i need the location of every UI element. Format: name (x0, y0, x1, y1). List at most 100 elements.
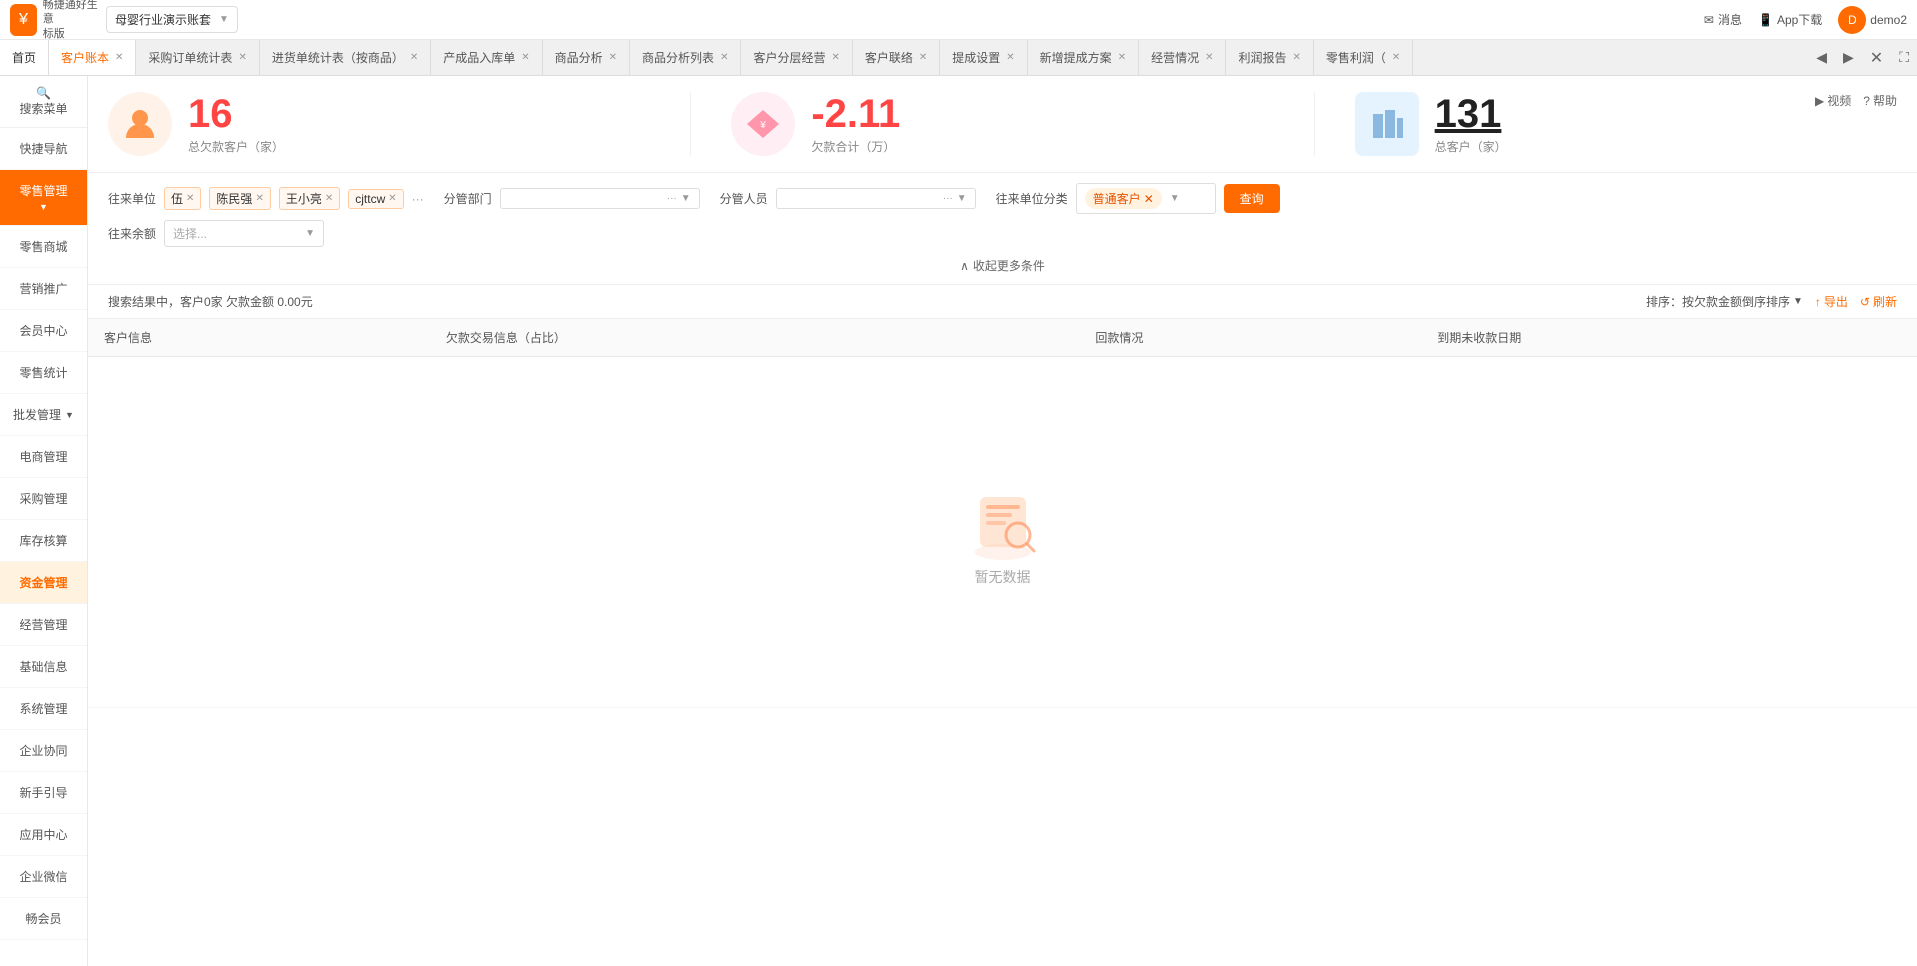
tab-close-icon[interactable]: ✕ (831, 52, 839, 63)
tab-close-icon[interactable]: ✕ (720, 52, 728, 63)
sort-button[interactable]: 排序：按欠款金额倒序排序 ▼ (1646, 293, 1803, 310)
sidebar-item-vip-member[interactable]: 畅会员 (0, 898, 87, 940)
sidebar-item-marketing[interactable]: 营销推广 (0, 268, 87, 310)
sidebar-item-finance[interactable]: 资金管理 (0, 562, 87, 604)
tab-close-icon[interactable]: ✕ (1293, 52, 1301, 63)
tab-inbound-stats[interactable]: 进货单统计表（按商品） ✕ (260, 40, 431, 76)
filter-more-dots[interactable]: ··· (412, 192, 424, 206)
logo-text: 畅捷通好生意 标版 (43, 0, 98, 41)
result-bar: 搜索结果中，客户0家 欠款金额 0.00元 排序：按欠款金额倒序排序 ▼ ↑ 导… (88, 285, 1917, 319)
tab-close-icon[interactable]: ✕ (1006, 52, 1014, 63)
user-menu[interactable]: D demo2 (1838, 6, 1907, 34)
refresh-button[interactable]: ↺ 刷新 (1860, 293, 1897, 310)
sidebar-item-app-center[interactable]: 应用中心 (0, 814, 87, 856)
tab-product-analysis[interactable]: 商品分析 ✕ (543, 40, 630, 76)
tab-promotion-settings[interactable]: 提成设置 ✕ (940, 40, 1027, 76)
tab-close-icon[interactable]: ✕ (919, 52, 927, 63)
video-button[interactable]: ▶ 视频 (1815, 92, 1851, 109)
tab-product-inbound[interactable]: 产成品入库单 ✕ (431, 40, 542, 76)
stat-debt-values: -2.11 欠款合计（万） (811, 94, 900, 155)
sidebar-item-business-mgmt[interactable]: 经营管理 (0, 604, 87, 646)
export-button[interactable]: ↑ 导出 (1815, 293, 1848, 310)
sidebar-item-wholesale-mgmt[interactable]: 批发管理 ▼ (0, 394, 87, 436)
tab-product-analysis-list[interactable]: 商品分析列表 ✕ (630, 40, 741, 76)
filter-tag-wang[interactable]: 王小亮 ✕ (279, 187, 340, 210)
dept-select[interactable]: ··· ▼ (500, 188, 700, 209)
app-download-button[interactable]: 📱 App下载 (1758, 11, 1822, 28)
tab-retail-profit[interactable]: 零售利润（ ✕ (1314, 40, 1413, 76)
tab-fullscreen[interactable]: ⛶ (1891, 40, 1917, 76)
stat-block-total-customers: 131 总客户（家） (1315, 92, 1897, 156)
sidebar-item-quick-nav[interactable]: 快捷导航 (0, 128, 87, 170)
refresh-icon: ↺ (1860, 295, 1870, 309)
sidebar-item-retail-mgmt[interactable]: 零售管理 ▼ (0, 170, 87, 226)
unit-type-select[interactable]: 普通客户 ✕ ▼ (1076, 183, 1216, 214)
filter-tag-chen[interactable]: 陈民强 ✕ (209, 187, 270, 210)
sidebar-item-enterprise-wechat[interactable]: 企业微信 (0, 856, 87, 898)
sidebar-item-retail-mall[interactable]: 零售商城 (0, 226, 87, 268)
person-select[interactable]: ··· ▼ (776, 188, 976, 209)
tab-close-icon[interactable]: ✕ (1392, 52, 1400, 63)
help-icon: ? (1863, 94, 1870, 108)
tab-next-arrow[interactable]: ▶ (1835, 40, 1862, 76)
tab-business-status[interactable]: 经营情况 ✕ (1139, 40, 1226, 76)
tab-close-icon[interactable]: ✕ (521, 52, 529, 63)
top-bar: ¥ 畅捷通好生意 标版 母婴行业演示账套 ▼ ✉ 消息 📱 App下载 D de… (0, 0, 1917, 40)
tab-home[interactable]: 首页 (0, 40, 49, 76)
sidebar-item-enterprise-cooperation[interactable]: 企业协同 (0, 730, 87, 772)
tab-prev-arrow[interactable]: ◀ (1808, 40, 1835, 76)
unit-type-tag[interactable]: 普通客户 ✕ (1085, 188, 1162, 209)
tab-new-promotion[interactable]: 新增提成方案 ✕ (1028, 40, 1139, 76)
tab-bar: 首页 客户账本 ✕ 采购订单统计表 ✕ 进货单统计表（按商品） ✕ 产成品入库单… (0, 40, 1917, 76)
tab-profit-report[interactable]: 利润报告 ✕ (1226, 40, 1313, 76)
sidebar-item-retail-stats[interactable]: 零售统计 (0, 352, 87, 394)
filter-row-1: 往来单位 伍 ✕ 陈民强 ✕ 王小亮 ✕ cjttcw ✕ ··· (108, 183, 1897, 214)
tab-customer-contact[interactable]: 客户联络 ✕ (853, 40, 940, 76)
tab-close-icon[interactable]: ✕ (1118, 52, 1126, 63)
filter-tag-wu[interactable]: 伍 ✕ (164, 187, 201, 210)
message-button[interactable]: ✉ 消息 (1704, 11, 1742, 28)
sidebar-item-system-mgmt[interactable]: 系统管理 (0, 688, 87, 730)
balance-select[interactable]: 选择... ▼ (164, 220, 324, 247)
remove-tag-cjttcw[interactable]: ✕ (388, 193, 396, 204)
tab-customer-segment[interactable]: 客户分层经营 ✕ (741, 40, 852, 76)
tab-close-icon[interactable]: ✕ (115, 52, 123, 63)
collapse-button[interactable]: ∧ 收起更多条件 (960, 257, 1045, 274)
account-selector[interactable]: 母婴行业演示账套 ▼ (106, 6, 238, 33)
sidebar: 🔍 搜索菜单 快捷导航 零售管理 ▼ 零售商城 营销推广 会员中心 零售统计 批… (0, 76, 88, 966)
sidebar-item-member-center[interactable]: 会员中心 (0, 310, 87, 352)
stats-row: 16 总欠款客户（家） ¥ -2.11 欠款合计（万） (88, 76, 1917, 173)
tab-close-icon[interactable]: ✕ (410, 52, 418, 63)
sidebar-item-inventory[interactable]: 库存核算 (0, 520, 87, 562)
remove-tag-wang[interactable]: ✕ (325, 193, 333, 204)
table-container: 客户信息 欠款交易信息（占比） 回款情况 到期未收款日期 (88, 319, 1917, 966)
tab-close-icon[interactable]: ✕ (238, 52, 246, 63)
help-button[interactable]: ? 帮助 (1863, 92, 1897, 109)
stat-total-values: 131 总客户（家） (1435, 94, 1507, 155)
dept-label: 分管部门 (444, 190, 492, 207)
stat-block-debt-amount: ¥ -2.11 欠款合计（万） (691, 92, 1314, 156)
tab-close-icon[interactable]: ✕ (1205, 52, 1213, 63)
sidebar-item-basic-info[interactable]: 基础信息 (0, 646, 87, 688)
top-bar-right: ✉ 消息 📱 App下载 D demo2 (1704, 6, 1907, 34)
remove-tag-chen[interactable]: ✕ (255, 193, 263, 204)
dept-select-dots: ··· (667, 193, 677, 204)
tab-close-all[interactable]: ✕ (1862, 40, 1891, 76)
sidebar-search[interactable]: 🔍 搜索菜单 (0, 76, 87, 128)
tab-customer-accounts[interactable]: 客户账本 ✕ (49, 40, 136, 76)
query-button[interactable]: 查询 (1224, 184, 1280, 213)
sidebar-item-ecommerce[interactable]: 电商管理 (0, 436, 87, 478)
balance-label: 往来余额 (108, 225, 156, 242)
sidebar-item-purchase-mgmt[interactable]: 采购管理 (0, 478, 87, 520)
sidebar-item-new-guide[interactable]: 新手引导 (0, 772, 87, 814)
tab-purchase-orders[interactable]: 采购订单统计表 ✕ (136, 40, 259, 76)
filter-tag-cjttcw[interactable]: cjttcw ✕ (348, 189, 403, 209)
chevron-down-icon: ▼ (1170, 193, 1180, 204)
remove-unit-type-tag[interactable]: ✕ (1144, 192, 1154, 206)
chevron-down-icon: ▼ (39, 202, 48, 212)
remove-tag-wu[interactable]: ✕ (186, 193, 194, 204)
unit-label: 往来单位 (108, 190, 156, 207)
search-icon: 🔍 (36, 86, 51, 100)
tab-close-icon[interactable]: ✕ (609, 52, 617, 63)
chevron-up-icon: ∧ (960, 259, 969, 273)
